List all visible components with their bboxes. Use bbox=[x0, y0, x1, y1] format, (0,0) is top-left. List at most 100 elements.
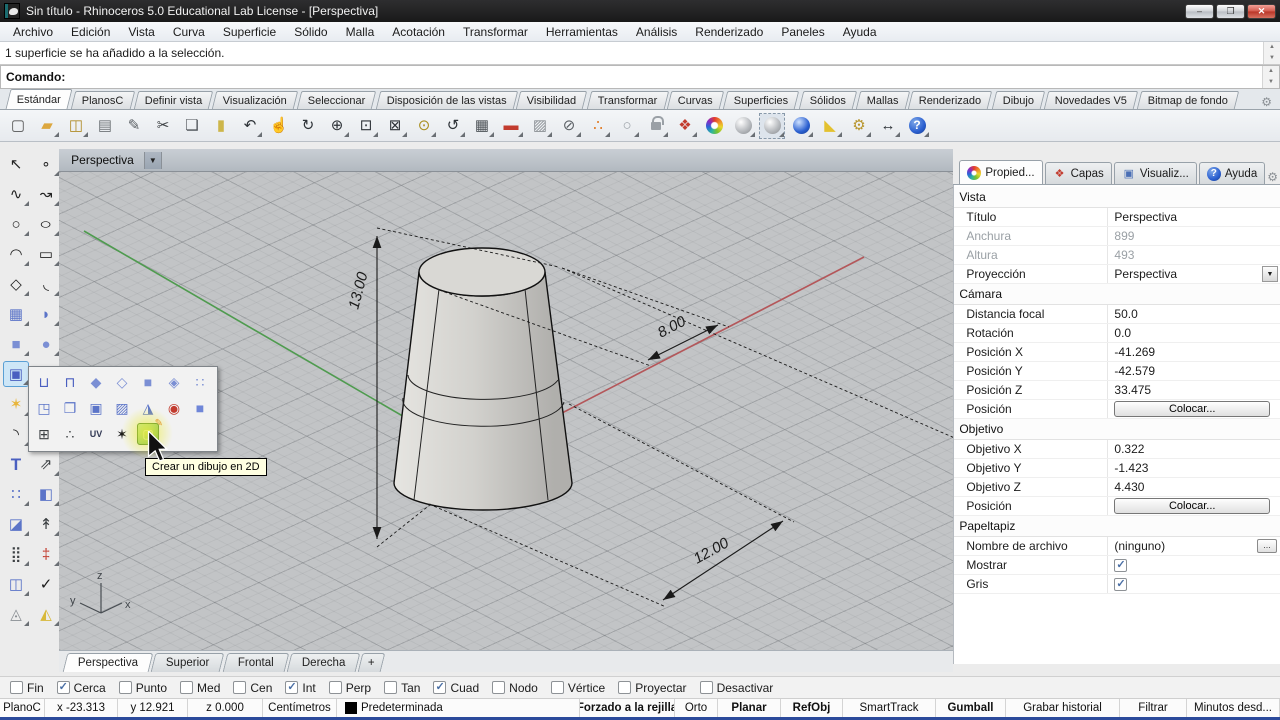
toolbar-tab[interactable]: Dibujo bbox=[991, 91, 1046, 109]
extrude-icon[interactable]: ▣ bbox=[3, 361, 29, 387]
render-icon[interactable]: ❖ bbox=[673, 114, 697, 138]
menu-item[interactable]: Análisis bbox=[627, 23, 686, 41]
toolbar-tab[interactable]: Visibilidad bbox=[516, 91, 588, 109]
minimize-button[interactable]: – bbox=[1185, 3, 1214, 19]
rectangle-icon[interactable]: ▭ bbox=[33, 241, 59, 267]
menu-item[interactable]: Herramientas bbox=[537, 23, 627, 41]
print-icon[interactable]: ▤ bbox=[93, 114, 117, 138]
osnap-toggle[interactable]: Desactivar bbox=[699, 681, 773, 695]
pinwheel-icon[interactable]: ✶ bbox=[110, 422, 134, 446]
osnap-toggle[interactable]: Vértice bbox=[550, 681, 605, 695]
status-cell[interactable]: z 0.000 bbox=[188, 699, 263, 717]
squares-icon[interactable]: ∷ bbox=[188, 370, 212, 394]
plane-icon[interactable]: ◧ bbox=[33, 481, 59, 507]
boolean-icon[interactable]: ◪ bbox=[3, 511, 29, 537]
gears-icon[interactable]: ⚙ bbox=[847, 114, 871, 138]
checkbox[interactable] bbox=[233, 681, 247, 694]
osnap-toggle[interactable]: Punto bbox=[118, 681, 167, 695]
zoom-selected-icon[interactable]: ⊙ bbox=[412, 114, 436, 138]
toolbar-tab[interactable]: PlanosC bbox=[70, 91, 135, 109]
toolbar-tab[interactable]: Renderizado bbox=[908, 91, 994, 109]
status-cell[interactable]: Centímetros bbox=[263, 699, 337, 717]
paste-icon[interactable]: ▮ bbox=[209, 114, 233, 138]
property-value[interactable]: 0.0 bbox=[1107, 324, 1280, 342]
ellipse-icon[interactable]: ○ bbox=[33, 211, 59, 237]
select-pointer-icon[interactable]: ↖ bbox=[3, 151, 29, 177]
osnap-toggle[interactable]: Cerca bbox=[56, 680, 106, 695]
osnap-toggle[interactable]: Int bbox=[285, 680, 316, 695]
curved-surface-icon[interactable]: ◗ bbox=[33, 301, 59, 327]
place-button[interactable]: Colocar... bbox=[1114, 498, 1271, 514]
menu-item[interactable]: Acotación bbox=[383, 23, 454, 41]
status-cell[interactable]: SmartTrack bbox=[843, 699, 936, 717]
menu-item[interactable]: Ayuda bbox=[834, 23, 886, 41]
panel-tab[interactable]: ▣ Visualiz... bbox=[1113, 162, 1197, 184]
rotate-view-icon[interactable]: ↻ bbox=[296, 114, 320, 138]
solid-tools-icon[interactable]: ◬ bbox=[3, 601, 29, 627]
checkbox[interactable] bbox=[384, 681, 398, 694]
menu-item[interactable]: Paneles bbox=[772, 23, 833, 41]
property-value[interactable]: 0.322 bbox=[1107, 440, 1280, 458]
spinner-up-icon[interactable]: ▲ bbox=[1263, 66, 1279, 77]
toolbar-tab[interactable]: Novedades V5 bbox=[1043, 91, 1139, 109]
plane-surface-icon[interactable]: ◇ bbox=[110, 370, 134, 394]
small-plane-icon[interactable]: ◳ bbox=[32, 396, 56, 420]
checkbox[interactable] bbox=[10, 681, 23, 694]
checkbox[interactable] bbox=[699, 681, 713, 694]
check-icon[interactable]: ✓ bbox=[33, 571, 59, 597]
close-button[interactable]: ✕ bbox=[1247, 3, 1276, 19]
cone-object[interactable] bbox=[393, 247, 573, 511]
status-cell[interactable]: Predeterminada bbox=[337, 699, 580, 717]
move-icon[interactable]: ⇗ bbox=[33, 451, 59, 477]
property-value[interactable] bbox=[1107, 556, 1280, 574]
property-value[interactable]: Perspectiva bbox=[1107, 208, 1280, 226]
menu-item[interactable]: Curva bbox=[164, 23, 214, 41]
osnap-toggle[interactable]: Tan bbox=[384, 681, 420, 695]
toolbar-tab[interactable]: Estándar bbox=[5, 89, 73, 109]
add-viewport-tab[interactable]: + bbox=[357, 653, 386, 672]
surface-points-icon[interactable]: ▦ bbox=[3, 301, 29, 327]
osnap-toggle[interactable]: Med bbox=[180, 681, 220, 695]
viewport-tab[interactable]: Perspectiva bbox=[62, 653, 154, 672]
checkbox[interactable] bbox=[492, 681, 506, 694]
viewport-tab[interactable]: Superior bbox=[150, 653, 226, 672]
property-value[interactable]: -41.269 bbox=[1107, 343, 1280, 361]
export-icon[interactable]: ✎ bbox=[122, 114, 146, 138]
zoom-dynamic-icon[interactable]: ⊕ bbox=[325, 114, 349, 138]
zoom-extents-icon[interactable]: ⊠ bbox=[383, 114, 407, 138]
cut-icon[interactable]: ✂ bbox=[151, 114, 175, 138]
menu-item[interactable]: Transformar bbox=[454, 23, 537, 41]
history-scrollbar[interactable]: ▲ ▼ bbox=[1263, 42, 1280, 64]
loft-icon[interactable]: ◫ bbox=[3, 571, 29, 597]
render-sphere-blue-icon[interactable] bbox=[789, 114, 813, 138]
status-cell[interactable]: Grabar historial bbox=[1006, 699, 1120, 717]
polygon-icon[interactable]: ◇ bbox=[3, 271, 29, 297]
status-cell[interactable]: Orto bbox=[675, 699, 718, 717]
place-button[interactable]: Colocar... bbox=[1114, 401, 1271, 417]
toolbar-tab[interactable]: Curvas bbox=[667, 91, 725, 109]
command-spinner[interactable]: ▲ ▼ bbox=[1262, 66, 1279, 88]
point-cloud-icon[interactable]: ∴ bbox=[58, 422, 82, 446]
menu-item[interactable]: Renderizado bbox=[686, 23, 772, 41]
curve-points-icon[interactable]: ↝ bbox=[33, 181, 59, 207]
text-icon[interactable]: T bbox=[3, 451, 29, 477]
toolbar-tab[interactable]: Sólidos bbox=[798, 91, 857, 109]
checkbox[interactable] bbox=[328, 681, 342, 694]
pan-icon[interactable]: ☝ bbox=[267, 114, 291, 138]
render-sphere-grid-icon[interactable] bbox=[759, 112, 785, 139]
browse-button[interactable]: ... bbox=[1257, 539, 1277, 553]
property-value[interactable]: 493 bbox=[1107, 246, 1280, 264]
edge-surface-icon[interactable]: ◆ bbox=[84, 370, 108, 394]
dimension-icon[interactable]: ↔ bbox=[876, 114, 900, 138]
property-value[interactable]: 4.430 bbox=[1107, 478, 1280, 496]
toolbar-tab[interactable]: Visualización bbox=[211, 91, 299, 109]
property-value[interactable]: Colocar... bbox=[1107, 497, 1280, 515]
menu-item[interactable]: Sólido bbox=[285, 23, 336, 41]
striped-surface-icon[interactable]: ▨ bbox=[110, 396, 134, 420]
color-wheel-icon[interactable] bbox=[702, 114, 726, 138]
status-cell[interactable]: Planar bbox=[718, 699, 781, 717]
panel-gear-icon[interactable]: ⚙ bbox=[1267, 170, 1280, 184]
spotlight-icon[interactable]: ◣ bbox=[818, 114, 842, 138]
menu-item[interactable]: Superficie bbox=[214, 23, 285, 41]
circle-center-icon[interactable]: ⊘ bbox=[557, 114, 581, 138]
